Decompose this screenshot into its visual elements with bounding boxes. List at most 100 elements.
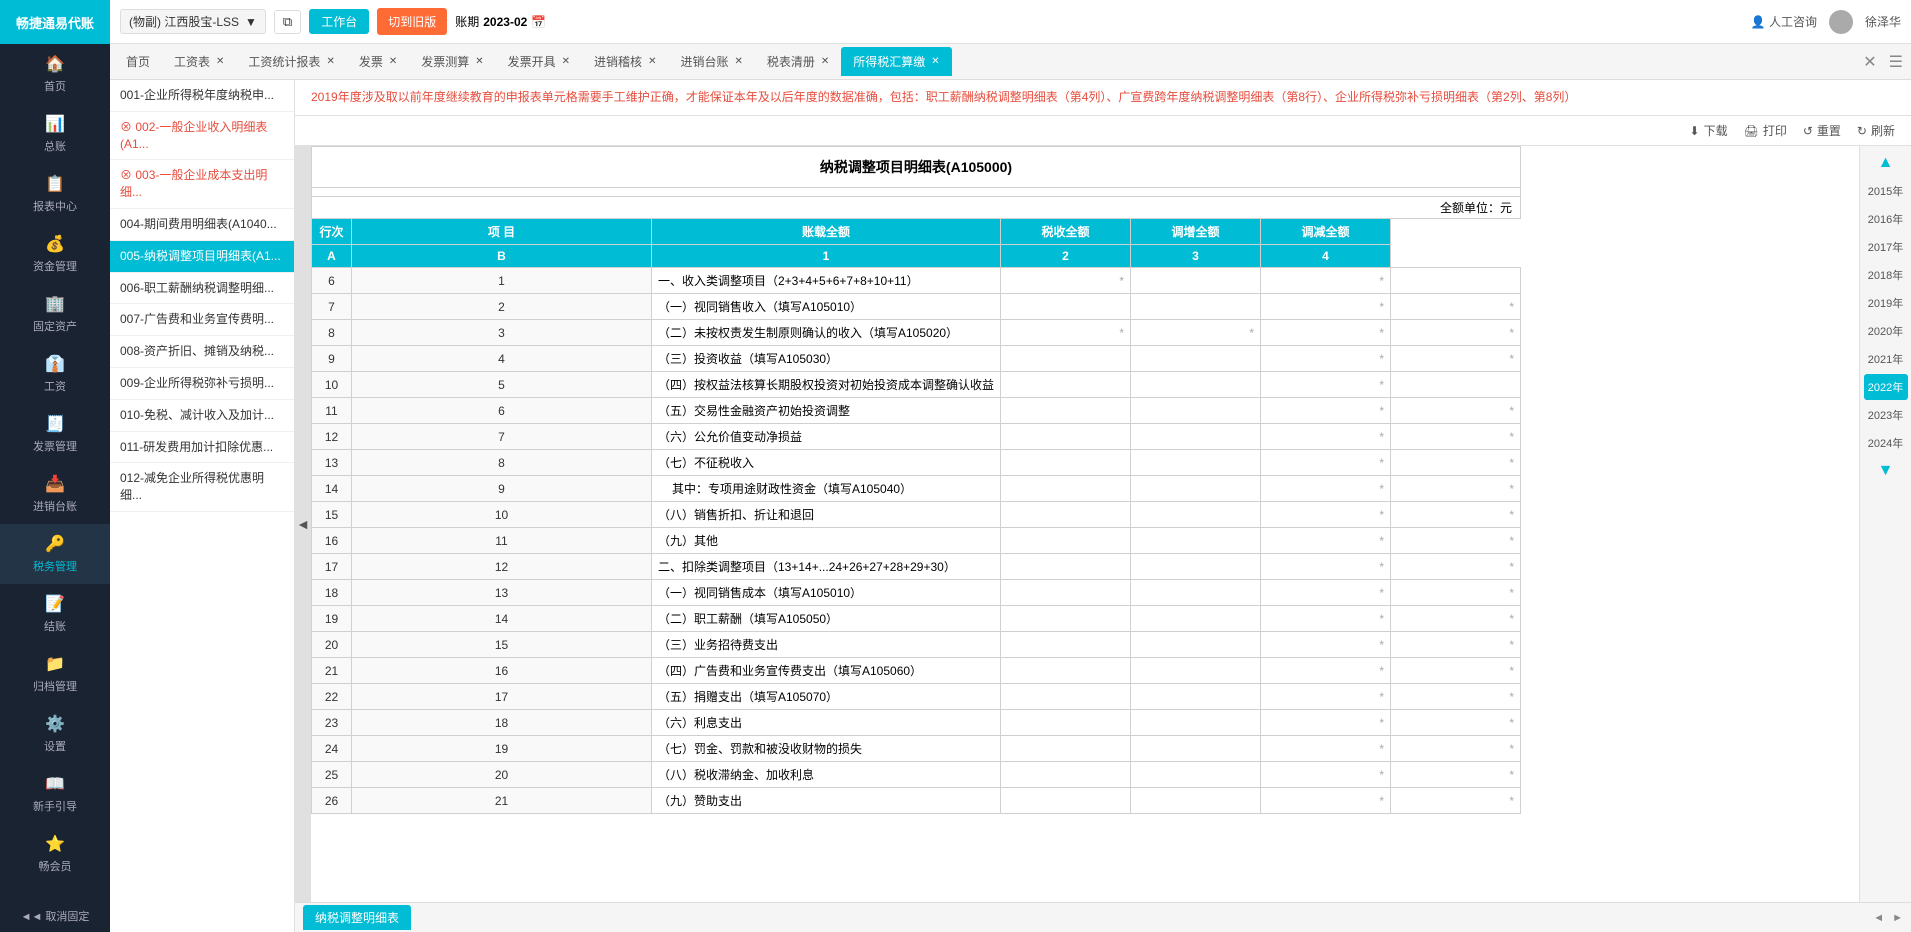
tab-payroll[interactable]: 工资表 ✕	[162, 47, 236, 76]
copy-button[interactable]: ⧉	[274, 10, 301, 34]
left-panel-item-009[interactable]: 009-企业所得税弥补亏损明...	[110, 368, 294, 400]
reset-button[interactable]: ↺ 重置	[1803, 122, 1841, 139]
year-item-2017[interactable]: 2017年	[1864, 234, 1908, 260]
tab-close-icon[interactable]: ✕	[475, 56, 483, 67]
table-row: 20 15 （三）业务招待费支出 * *	[312, 632, 1521, 658]
year-item-2021[interactable]: 2021年	[1864, 346, 1908, 372]
spreadsheet[interactable]: 纳税调整项目明细表(A105000) 全额单位：元	[311, 146, 1859, 902]
sidebar-item-label: 新手引导	[33, 798, 77, 814]
tab-close-icon[interactable]: ✕	[389, 56, 397, 67]
left-panel-item-008[interactable]: 008-资产折旧、摊销及纳税...	[110, 336, 294, 368]
company-selector[interactable]: (物副) 江西股宝-LSS ▼	[120, 9, 266, 34]
sidebar-item-guide[interactable]: 📖 新手引导	[0, 764, 110, 824]
tab-close-icon[interactable]: ✕	[326, 56, 334, 67]
refresh-button[interactable]: ↻ 刷新	[1857, 122, 1895, 139]
sidebar-item-tax[interactable]: 🔑 税务管理	[0, 524, 110, 584]
item-label: 011-研发费用加计扣除优惠...	[120, 440, 273, 454]
table-row: 6 1 一、收入类调整项目（2+3+4+5+6+7+8+10+11） * *	[312, 268, 1521, 294]
left-panel-item-012[interactable]: 012-减免企业所得税优惠明细...	[110, 463, 294, 512]
switch-old-button[interactable]: 切到旧版	[377, 8, 447, 35]
refresh-icon: ↻	[1857, 124, 1867, 138]
year-item-2015[interactable]: 2015年	[1864, 178, 1908, 204]
table-row: 13 8 （七）不征税收入 * *	[312, 450, 1521, 476]
table-row: 14 9 其中：专项用途财政性资金（填写A105040） * *	[312, 476, 1521, 502]
sidebar-item-assets[interactable]: 🏢 固定资产	[0, 284, 110, 344]
period-selector[interactable]: 账期 2023-02 📅	[455, 13, 546, 30]
left-panel-item-007[interactable]: 007-广告费和业务宣传费明...	[110, 304, 294, 336]
tab-close-icon[interactable]: ✕	[648, 56, 656, 67]
row-c1[interactable]: *	[1001, 268, 1131, 294]
sidebar-item-settings[interactable]: ⚙️ 设置	[0, 704, 110, 764]
sidebar-item-ledger[interactable]: 📊 总账	[0, 104, 110, 164]
row-c3[interactable]: *	[1261, 268, 1391, 294]
tabbar-menu-icon[interactable]: ☰	[1885, 52, 1907, 72]
calendar-icon[interactable]: 📅	[531, 15, 546, 29]
tab-close-icon[interactable]: ✕	[931, 56, 939, 67]
row-c4[interactable]	[1391, 268, 1521, 294]
close-period-icon: 📝	[45, 594, 65, 614]
year-item-2020[interactable]: 2020年	[1864, 318, 1908, 344]
tab-close-icon[interactable]: ✕	[821, 56, 829, 67]
sidebar-item-invoice[interactable]: 🧾 发票管理	[0, 404, 110, 464]
tab-invoice[interactable]: 发票 ✕	[347, 47, 409, 76]
year-item-2016[interactable]: 2016年	[1864, 206, 1908, 232]
left-panel-item-001[interactable]: 001-企业所得税年度纳税申...	[110, 80, 294, 112]
tab-close-icon[interactable]: ✕	[216, 56, 224, 67]
row-item: 一、收入类调整项目（2+3+4+5+6+7+8+10+11）	[652, 268, 1001, 294]
row-num: 6	[312, 268, 352, 294]
item-label: 008-资产折旧、摊销及纳税...	[120, 344, 274, 358]
print-icon: 🖨	[1744, 124, 1759, 138]
tab-invoice-issue[interactable]: 发票开具 ✕	[496, 47, 582, 76]
scroll-left-icon[interactable]: ◄	[1873, 912, 1884, 924]
tab-tax-register[interactable]: 税表清册 ✕	[755, 47, 841, 76]
left-panel-item-003[interactable]: ⊗ 003-一般企业成本支出明细...	[110, 160, 294, 209]
left-panel-item-010[interactable]: 010-免税、减计收入及加计...	[110, 400, 294, 432]
year-item-2019[interactable]: 2019年	[1864, 290, 1908, 316]
tab-income-tax[interactable]: 所得税汇算缴 ✕	[841, 47, 951, 76]
warning-bar: 2019年度涉及取以前年度继续教育的申报表单元格需要手工维护正确，才能保证本年及…	[295, 80, 1911, 116]
bottom-tab-adjust[interactable]: 纳税调整明细表	[303, 905, 411, 930]
year-nav-down[interactable]: ▼	[1874, 458, 1898, 484]
sidebar-item-ledger2[interactable]: 📥 进销台账	[0, 464, 110, 524]
tab-home[interactable]: 首页	[114, 47, 162, 76]
sidebar-item-funds[interactable]: 💰 资金管理	[0, 224, 110, 284]
tab-sales-ledger[interactable]: 进销台账 ✕	[668, 47, 754, 76]
left-panel-item-011[interactable]: 011-研发费用加计扣除优惠...	[110, 432, 294, 464]
tab-close-icon[interactable]: ✕	[734, 56, 742, 67]
sidebar-item-label: 报表中心	[33, 198, 77, 214]
year-item-2018[interactable]: 2018年	[1864, 262, 1908, 288]
tab-label: 工资统计报表	[248, 53, 320, 70]
row-c2[interactable]	[1131, 268, 1261, 294]
sidebar-item-member[interactable]: ⭐ 畅会员	[0, 824, 110, 884]
left-panel-item-006[interactable]: 006-职工薪酬纳税调整明细...	[110, 273, 294, 305]
collapse-panel-button[interactable]: ◄	[295, 146, 311, 902]
table-row: 18 13 （一）视同销售成本（填写A105010） * *	[312, 580, 1521, 606]
tab-close-icon[interactable]: ✕	[562, 56, 570, 67]
sidebar-item-home[interactable]: 🏠 首页	[0, 44, 110, 104]
sidebar-item-payroll[interactable]: 👔 工资	[0, 344, 110, 404]
left-panel-item-002[interactable]: ⊗ 002-一般企业收入明细表(A1...	[110, 112, 294, 161]
sidebar-item-close[interactable]: 📝 结账	[0, 584, 110, 644]
user-service[interactable]: 👤 人工咨询	[1751, 13, 1817, 30]
ledger-icon: 📊	[45, 114, 65, 134]
workbench-button[interactable]: 工作台	[309, 9, 369, 34]
tab-label: 进销稽核	[594, 53, 642, 70]
bottom-bar: 纳税调整明细表 ◄ ►	[295, 902, 1911, 932]
year-nav-up[interactable]: ▲	[1874, 150, 1898, 176]
tab-invoice-calc[interactable]: 发票测算 ✕	[409, 47, 495, 76]
left-panel-item-004[interactable]: 004-期间费用明细表(A1040...	[110, 209, 294, 241]
tabbar-close-button[interactable]: ✕	[1855, 52, 1884, 72]
scroll-right-icon[interactable]: ►	[1892, 912, 1903, 924]
year-item-2023[interactable]: 2023年	[1864, 402, 1908, 428]
sidebar-unpin[interactable]: ◄◄ 取消固定	[0, 900, 110, 932]
download-button[interactable]: ⬇ 下载	[1690, 122, 1728, 139]
sidebar-item-reports[interactable]: 📋 报表中心	[0, 164, 110, 224]
year-item-2022[interactable]: 2022年	[1864, 374, 1908, 400]
print-button[interactable]: 🖨 打印	[1744, 122, 1787, 139]
left-panel-item-005[interactable]: 005-纳税调整项目明细表(A1...	[110, 241, 294, 273]
sidebar-item-archive[interactable]: 📁 归档管理	[0, 644, 110, 704]
col-num-2: 2	[1001, 245, 1131, 268]
tab-sales-audit[interactable]: 进销稽核 ✕	[582, 47, 668, 76]
year-item-2024[interactable]: 2024年	[1864, 430, 1908, 456]
tab-payroll-stats[interactable]: 工资统计报表 ✕	[236, 47, 346, 76]
